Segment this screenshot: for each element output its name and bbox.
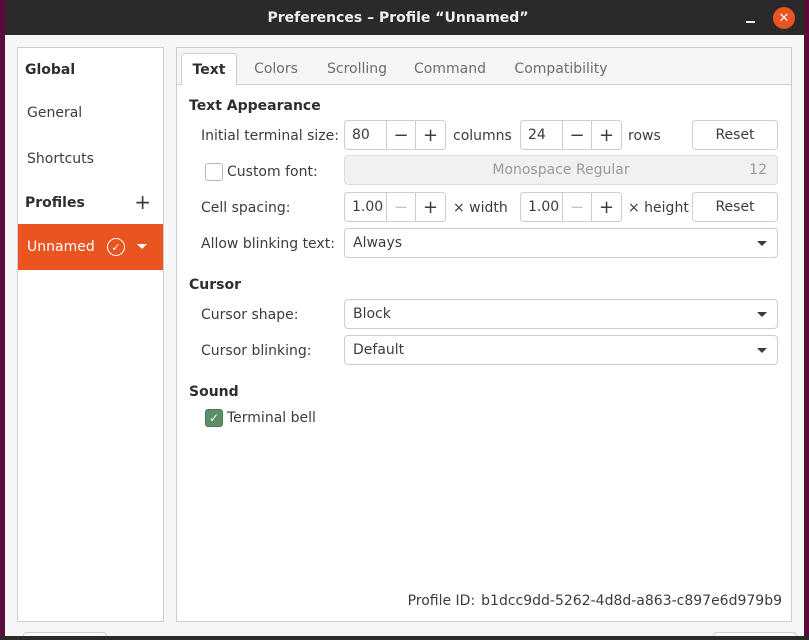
custom-font-checkbox[interactable] — [205, 163, 223, 181]
sidebar-item-label: Shortcuts — [27, 151, 94, 167]
cursor-shape-label: Cursor shape: — [201, 307, 299, 323]
rows-spinner[interactable]: 24 − + — [520, 120, 622, 150]
blinking-text-label: Allow blinking text: — [201, 236, 335, 252]
cell-height-spinner[interactable]: 1.00 − + — [520, 192, 622, 222]
cell-width-unit-label: × width — [453, 200, 508, 216]
profile-name: Unnamed — [27, 239, 95, 255]
close-button[interactable]: ✕ — [773, 7, 795, 29]
check-glyph: ✓ — [111, 240, 121, 254]
columns-unit-label: columns — [453, 128, 512, 144]
close-icon: ✕ — [778, 10, 790, 26]
sidebar-item-label: General — [27, 105, 83, 121]
tab-text[interactable]: Text — [181, 53, 237, 86]
sound-heading: Sound — [189, 384, 239, 400]
tab-colors[interactable]: Colors — [241, 53, 311, 85]
profile-id: Profile ID: b1dcc9dd-5262-4d8d-a863-c897e… — [408, 593, 782, 609]
preferences-window: Preferences – Profile “Unnamed” ✕ Global… — [5, 0, 804, 640]
cell-height-increment-button[interactable]: + — [592, 193, 621, 221]
font-size: 12 — [749, 162, 767, 178]
profile-id-label: Profile ID: — [407, 593, 476, 609]
chevron-down-icon — [757, 312, 767, 317]
cell-height-decrement-button[interactable]: − — [563, 193, 592, 221]
cursor-blinking-value: Default — [353, 342, 405, 358]
text-appearance-heading: Text Appearance — [189, 98, 321, 114]
cursor-blinking-label: Cursor blinking: — [201, 343, 312, 359]
profiles-heading-label: Profiles — [25, 195, 85, 211]
minimize-button[interactable] — [743, 11, 757, 25]
tab-scrolling[interactable]: Scrolling — [315, 53, 399, 85]
minimize-icon — [745, 21, 755, 23]
window-title: Preferences – Profile “Unnamed” — [267, 9, 529, 26]
check-icon: ✓ — [208, 411, 220, 425]
rows-decrement-button[interactable]: − — [563, 121, 592, 149]
cell-spacing-label: Cell spacing: — [201, 200, 291, 216]
columns-spinner[interactable]: 80 − + — [344, 120, 446, 150]
cursor-shape-value: Block — [353, 306, 391, 322]
reset-size-button[interactable]: Reset — [692, 120, 778, 150]
columns-value[interactable]: 80 — [345, 121, 387, 149]
title-bar[interactable]: Preferences – Profile “Unnamed” ✕ — [5, 0, 804, 35]
add-profile-icon[interactable]: + — [134, 192, 151, 212]
rows-value[interactable]: 24 — [521, 121, 563, 149]
tab-command[interactable]: Command — [403, 53, 497, 85]
chevron-down-icon — [757, 348, 767, 353]
tab-bar: Text Colors Scrolling Command Compatibil… — [177, 48, 791, 86]
rows-unit-label: rows — [628, 128, 661, 144]
rows-increment-button[interactable]: + — [592, 121, 621, 149]
initial-size-label: Initial terminal size: — [201, 128, 339, 144]
cell-width-decrement-button[interactable]: − — [387, 193, 416, 221]
blinking-text-dropdown[interactable]: Always — [344, 228, 778, 258]
font-chooser-button: Monospace Regular 12 — [344, 155, 778, 185]
reset-spacing-button[interactable]: Reset — [692, 192, 778, 222]
default-profile-check-icon: ✓ — [107, 238, 125, 256]
sidebar-profile-unnamed[interactable]: Unnamed ✓ — [18, 224, 163, 270]
cell-width-increment-button[interactable]: + — [416, 193, 445, 221]
sidebar-heading-global: Global — [25, 62, 76, 78]
columns-decrement-button[interactable]: − — [387, 121, 416, 149]
sidebar-item-shortcuts[interactable]: Shortcuts — [18, 137, 163, 181]
terminal-bell-label[interactable]: Terminal bell — [227, 410, 316, 426]
columns-increment-button[interactable]: + — [416, 121, 445, 149]
sidebar-heading-profiles: Profiles + — [18, 181, 163, 225]
blinking-text-value: Always — [353, 235, 403, 251]
terminal-bell-checkbox[interactable]: ✓ — [205, 409, 223, 427]
cell-width-value[interactable]: 1.00 — [345, 193, 387, 221]
cell-width-spinner[interactable]: 1.00 − + — [344, 192, 446, 222]
custom-font-label[interactable]: Custom font: — [227, 164, 318, 180]
profile-id-value: b1dcc9dd-5262-4d8d-a863-c897e6d979b9 — [481, 593, 782, 609]
cursor-blinking-dropdown[interactable]: Default — [344, 335, 778, 365]
profile-menu-caret-icon[interactable] — [137, 244, 147, 249]
chevron-down-icon — [757, 241, 767, 246]
sidebar: Global General Shortcuts Profiles + Unna… — [17, 47, 164, 622]
profile-settings-panel: Text Colors Scrolling Command Compatibil… — [176, 47, 792, 622]
cell-height-unit-label: × height — [628, 200, 689, 216]
cursor-heading: Cursor — [189, 277, 242, 293]
cursor-shape-dropdown[interactable]: Block — [344, 299, 778, 329]
cell-height-value[interactable]: 1.00 — [521, 193, 563, 221]
window-bottom-edge — [0, 636, 809, 640]
font-name: Monospace Regular — [492, 162, 630, 178]
sidebar-item-general[interactable]: General — [18, 91, 163, 135]
tab-compatibility[interactable]: Compatibility — [501, 53, 621, 85]
